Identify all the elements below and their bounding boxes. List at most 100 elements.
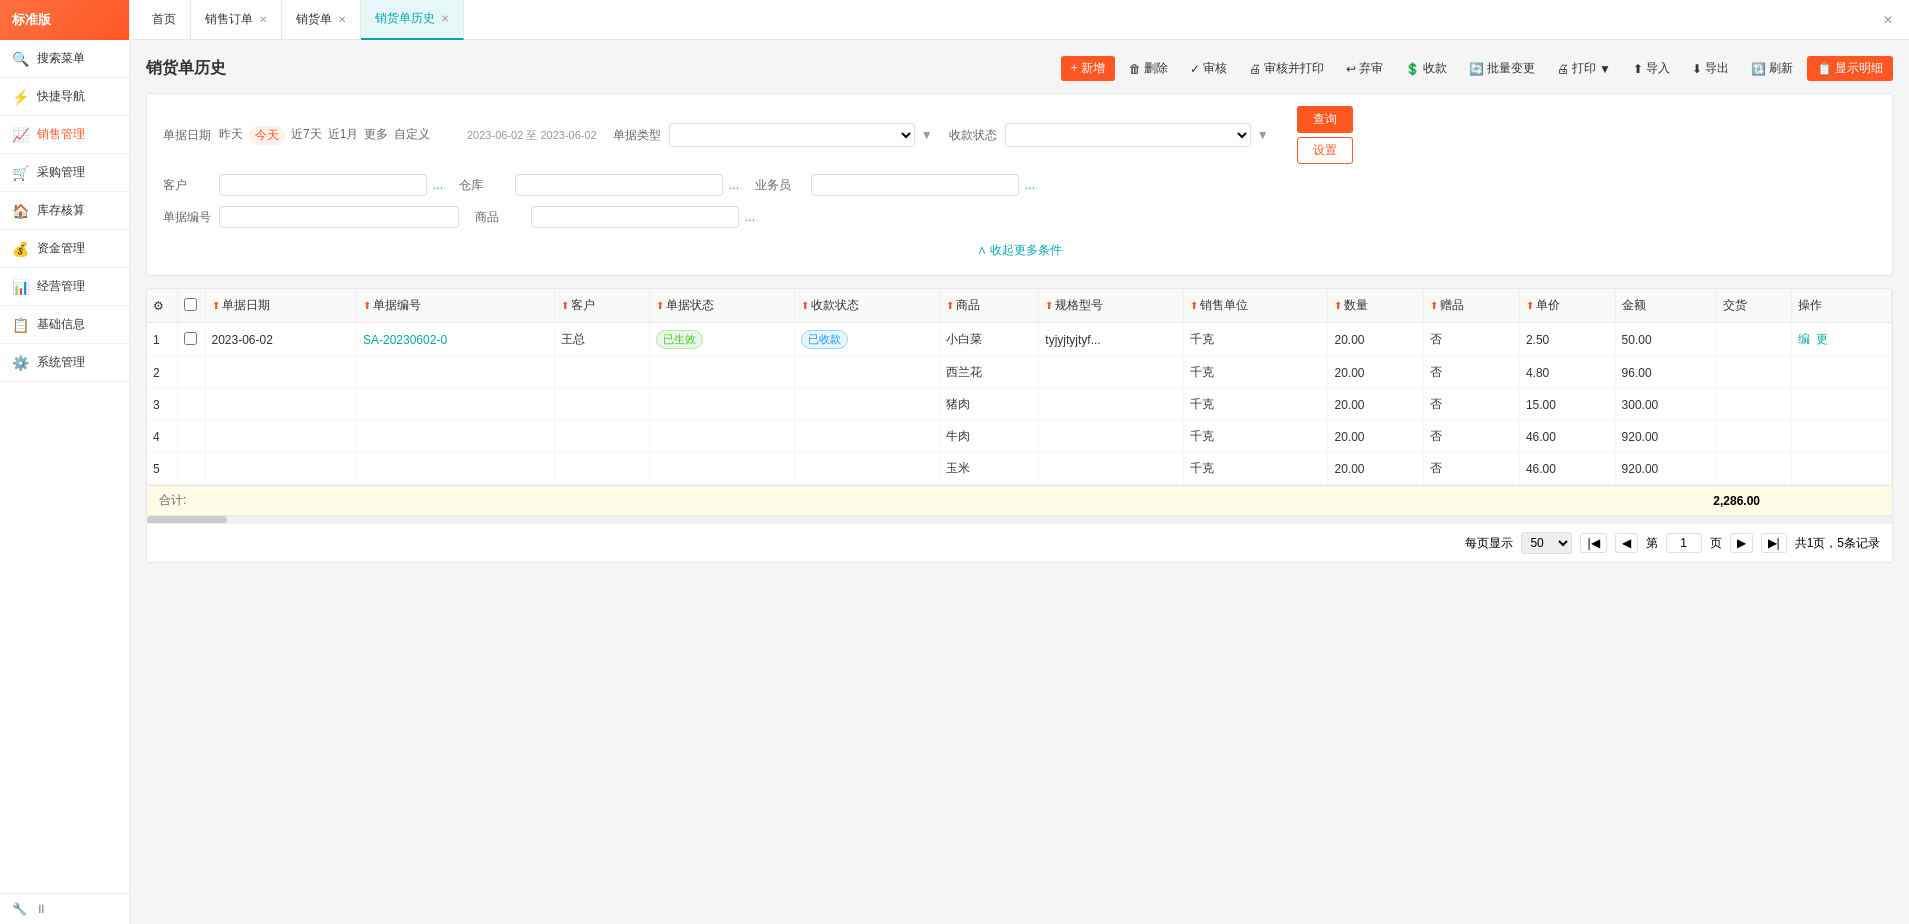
- col-date[interactable]: ⬆单据日期: [205, 289, 356, 323]
- first-page-button[interactable]: |◀: [1580, 533, 1606, 553]
- tab-sales-delivery[interactable]: 销货单 ✕: [282, 0, 361, 40]
- col-transaction[interactable]: 交货: [1716, 289, 1791, 323]
- col-gift[interactable]: ⬆赠品: [1424, 289, 1520, 323]
- collapse-conditions[interactable]: ∧ 收起更多条件: [163, 238, 1876, 263]
- close-sales-delivery-tab[interactable]: ✕: [338, 14, 346, 25]
- filter-payment-dropdown[interactable]: ▼: [1257, 128, 1269, 142]
- batch-change-button[interactable]: 🔄 批量变更: [1461, 56, 1543, 81]
- filter-item-goods: 商品 ...: [475, 206, 755, 228]
- scroll-bar[interactable]: [147, 515, 1892, 523]
- page-number-input[interactable]: [1666, 533, 1702, 553]
- cell-checkbox[interactable]: [177, 421, 205, 453]
- import-button[interactable]: ⬆ 导入: [1625, 56, 1678, 81]
- cell-checkbox[interactable]: [177, 453, 205, 485]
- sidebar-bottom-icon2[interactable]: ⏸: [35, 902, 47, 916]
- tab-sales-history[interactable]: 销货单历史 ✕: [361, 0, 464, 40]
- goods-ellipsis[interactable]: ...: [745, 210, 755, 224]
- cell-docno[interactable]: [356, 453, 554, 485]
- show-detail-icon: 📋: [1817, 62, 1832, 76]
- filter-payment-select[interactable]: [1005, 123, 1251, 147]
- sidebar-item-basic-info[interactable]: 📋 基础信息: [0, 306, 129, 344]
- select-all-checkbox[interactable]: [184, 298, 197, 311]
- sidebar-item-operation-mgmt[interactable]: 📊 经营管理: [0, 268, 129, 306]
- edit-action[interactable]: 编: [1798, 332, 1810, 346]
- col-spec[interactable]: ⬆规格型号: [1039, 289, 1184, 323]
- col-qty[interactable]: ⬆数量: [1328, 289, 1424, 323]
- filter-doctype-dropdown[interactable]: ▼: [921, 128, 933, 142]
- date-tab-7days[interactable]: 近7天: [291, 126, 322, 145]
- filter-item-payment-status: 收款状态 ▼: [949, 123, 1269, 147]
- date-tab-more[interactable]: 更多: [364, 126, 388, 145]
- abandon-button[interactable]: ↩ 弃审: [1338, 56, 1391, 81]
- col-unit[interactable]: ⬆销售单位: [1183, 289, 1328, 323]
- filter-warehouse-input[interactable]: [515, 174, 723, 196]
- cell-checkbox[interactable]: [177, 389, 205, 421]
- cell-docno[interactable]: [356, 389, 554, 421]
- cell-unit: 千克: [1183, 389, 1328, 421]
- col-docno[interactable]: ⬆单据编号: [356, 289, 554, 323]
- sidebar-item-inventory[interactable]: 🏠 库存核算: [0, 192, 129, 230]
- cell-docno[interactable]: [356, 421, 554, 453]
- sidebar-item-sales-mgmt[interactable]: 📈 销售管理: [0, 116, 129, 154]
- cell-docno[interactable]: SA-20230602-0: [356, 323, 554, 357]
- staff-ellipsis[interactable]: ...: [1025, 178, 1035, 192]
- table-row: 5玉米千克20.00否46.00920.00: [147, 453, 1892, 485]
- prev-page-button[interactable]: ◀: [1615, 533, 1638, 553]
- export-button[interactable]: ⬇ 导出: [1684, 56, 1737, 81]
- query-button[interactable]: 查询: [1297, 106, 1353, 133]
- filter-doctype-select[interactable]: [669, 123, 915, 147]
- filter-customer-input[interactable]: [219, 174, 427, 196]
- sidebar-item-system-mgmt[interactable]: ⚙️ 系统管理: [0, 344, 129, 382]
- last-page-button[interactable]: ▶|: [1761, 533, 1787, 553]
- col-settings[interactable]: ⚙: [147, 289, 177, 323]
- show-detail-button[interactable]: 📋 显示明细: [1807, 56, 1893, 81]
- sidebar-item-finance-mgmt[interactable]: 💰 资金管理: [0, 230, 129, 268]
- cell-checkbox[interactable]: [177, 323, 205, 357]
- audit-button[interactable]: ✓ 审核: [1182, 56, 1235, 81]
- col-goods[interactable]: ⬆商品: [939, 289, 1039, 323]
- print-button[interactable]: 🖨 打印 ▼: [1549, 56, 1619, 81]
- filter-staff-input[interactable]: [811, 174, 1019, 196]
- col-checkbox[interactable]: [177, 289, 205, 323]
- filter-goods-input[interactable]: [531, 206, 739, 228]
- next-page-button[interactable]: ▶: [1730, 533, 1753, 553]
- cell-unit-price: 15.00: [1519, 389, 1615, 421]
- filter-docno-input[interactable]: [219, 206, 459, 228]
- filter-customer-label: 客户: [163, 177, 213, 194]
- sidebar-item-quick-nav[interactable]: ⚡ 快捷导航: [0, 78, 129, 116]
- tab-home[interactable]: 首页: [138, 0, 191, 40]
- page-size-select[interactable]: 50 20 100: [1521, 532, 1572, 554]
- date-tab-1month[interactable]: 近1月: [328, 126, 359, 145]
- more-action[interactable]: 更: [1816, 332, 1828, 346]
- close-sales-order-tab[interactable]: ✕: [259, 14, 267, 25]
- delete-button[interactable]: 🗑 删除: [1121, 56, 1176, 81]
- tab-sales-order[interactable]: 销售订单 ✕: [191, 0, 282, 40]
- col-unit-price[interactable]: ⬆单价: [1519, 289, 1615, 323]
- docno-link[interactable]: SA-20230602-0: [363, 333, 447, 347]
- cell-checkbox[interactable]: [177, 357, 205, 389]
- date-tab-yesterday[interactable]: 昨天: [219, 126, 243, 145]
- sidebar-item-search-menu[interactable]: 🔍 搜索菜单: [0, 40, 129, 78]
- col-payment[interactable]: ⬆收款状态: [794, 289, 939, 323]
- customer-ellipsis[interactable]: ...: [433, 178, 443, 192]
- cell-transaction: [1716, 323, 1791, 357]
- settings-button[interactable]: 设置: [1297, 137, 1353, 164]
- close-sales-history-tab[interactable]: ✕: [441, 13, 449, 24]
- col-docstatus[interactable]: ⬆单据状态: [650, 289, 795, 323]
- tab-bar-close[interactable]: ✕: [1875, 13, 1901, 27]
- warehouse-ellipsis[interactable]: ...: [729, 178, 739, 192]
- col-amount[interactable]: 金额: [1615, 289, 1716, 323]
- cell-unit: 千克: [1183, 453, 1328, 485]
- audit-print-button[interactable]: 🖨 审核并打印: [1241, 56, 1332, 81]
- date-tab-today[interactable]: 今天: [249, 126, 285, 145]
- sidebar-bottom-icon1[interactable]: 🔧: [12, 902, 27, 916]
- collect-button[interactable]: 💲 收款: [1397, 56, 1455, 81]
- cell-transaction: [1716, 421, 1791, 453]
- date-tab-custom[interactable]: 自定义: [394, 126, 430, 145]
- sidebar-item-purchase-mgmt[interactable]: 🛒 采购管理: [0, 154, 129, 192]
- col-customer[interactable]: ⬆客户: [554, 289, 650, 323]
- refresh-button[interactable]: 🔃 刷新: [1743, 56, 1801, 81]
- cell-docno[interactable]: [356, 357, 554, 389]
- row-checkbox[interactable]: [184, 332, 197, 345]
- new-button[interactable]: + 新增: [1061, 56, 1115, 81]
